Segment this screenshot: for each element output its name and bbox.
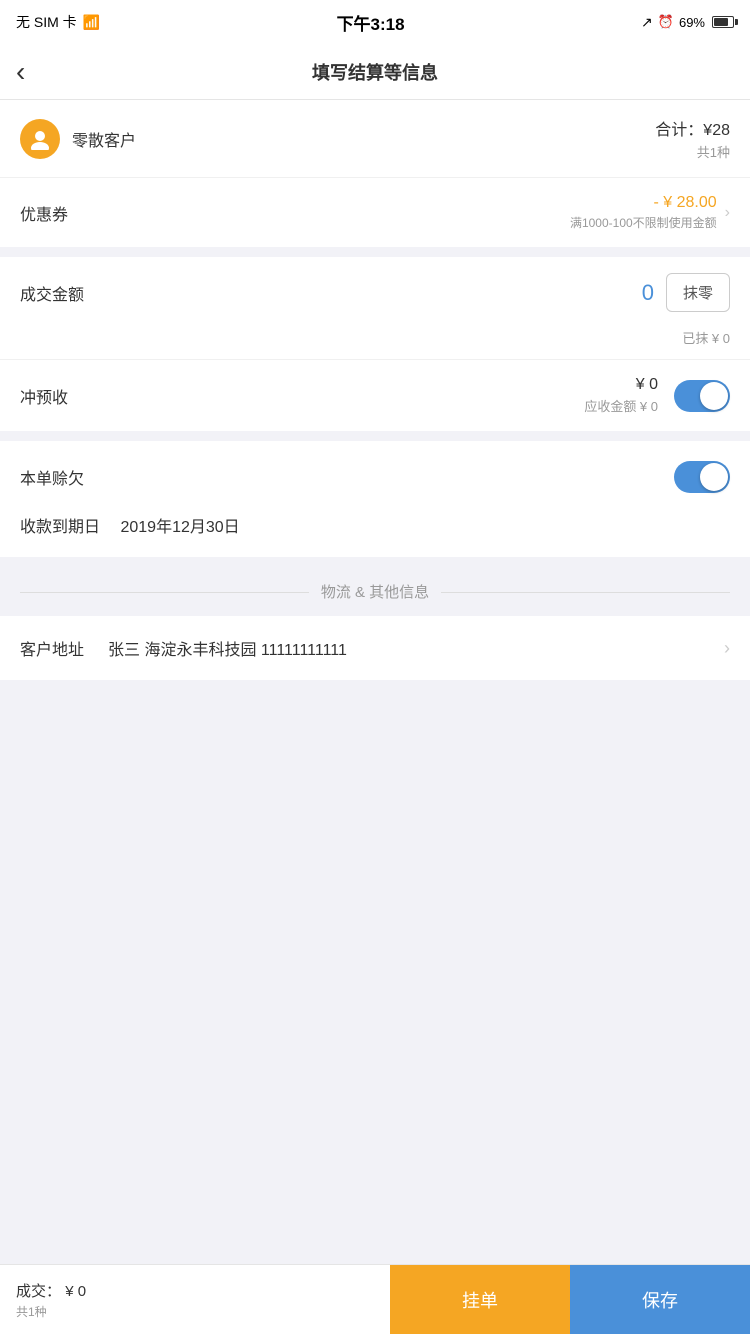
- prepay-amount: ¥ 0: [584, 376, 658, 394]
- content: 零散客户 合计：¥28 共1种 优惠券 - ¥ 28.00 满1000-100不…: [0, 100, 750, 770]
- due-date-label: 收款到期日: [20, 519, 100, 536]
- bottom-deal-amount: 成交： ¥ 0: [16, 1280, 374, 1301]
- customer-name: 零散客户: [72, 127, 136, 151]
- round-zero-button[interactable]: 抹零: [666, 273, 730, 312]
- address-section: 客户地址 张三 海淀永丰科技园 11111111111 ›: [0, 616, 750, 680]
- coupon-description: 满1000-100不限制使用金额: [570, 214, 717, 231]
- address-chevron-icon: ›: [724, 638, 730, 659]
- status-time: 下午3:18: [337, 10, 405, 35]
- prepay-right: ¥ 0 应收金额 ¥ 0: [584, 376, 730, 415]
- bottom-bar: 成交： ¥ 0 共1种 挂单 保存: [0, 1264, 750, 1334]
- coupon-right: - ¥ 28.00 满1000-100不限制使用金额 ›: [570, 194, 730, 231]
- chevron-right-icon: ›: [725, 204, 730, 222]
- prepay-receivable: 应收金额 ¥ 0: [584, 396, 658, 415]
- nav-bar: ‹ 填写结算等信息: [0, 44, 750, 100]
- logistics-divider: 物流 & 其他信息: [0, 567, 750, 616]
- back-button[interactable]: ‹: [16, 48, 33, 96]
- prepay-label: 冲预收: [20, 384, 68, 408]
- item-count: 共1种: [655, 142, 730, 161]
- avatar: [20, 119, 60, 159]
- bottom-summary: 成交： ¥ 0 共1种: [0, 1265, 390, 1334]
- prepay-toggle[interactable]: [674, 380, 730, 412]
- status-left: 无 SIM 卡 📶: [16, 12, 100, 32]
- coupon-label: 优惠券: [20, 201, 68, 225]
- customer-summary: 合计：¥28 共1种: [655, 116, 730, 161]
- status-bar: 无 SIM 卡 📶 下午3:18 ↗ ⏰ 69%: [0, 0, 750, 44]
- credit-label: 本单赊欠: [20, 465, 84, 489]
- bottom-deal-label: 成交：: [16, 1283, 61, 1300]
- hang-order-button[interactable]: 挂单: [390, 1265, 570, 1334]
- logistics-label: 物流 & 其他信息: [309, 584, 441, 601]
- alarm-icon: ⏰: [658, 14, 674, 30]
- customer-section: 零散客户 合计：¥28 共1种 优惠券 - ¥ 28.00 满1000-100不…: [0, 100, 750, 247]
- sim-label: 无 SIM 卡: [16, 12, 77, 32]
- credit-toggle-knob: [700, 463, 728, 491]
- status-right: ↗ ⏰ 69%: [641, 14, 734, 31]
- address-value: 张三 海淀永丰科技园 11111111111: [108, 636, 708, 660]
- page-title: 填写结算等信息: [312, 59, 438, 85]
- prepay-values: ¥ 0 应收金额 ¥ 0: [584, 376, 658, 415]
- total-amount: 合计：¥28: [655, 116, 730, 140]
- credit-toggle[interactable]: [674, 461, 730, 493]
- credit-section: 本单赊欠 收款到期日 2019年12月30日: [0, 441, 750, 557]
- battery-icon: [712, 16, 734, 28]
- customer-left: 零散客户: [20, 119, 136, 159]
- deal-amount-label: 成交金额: [20, 281, 84, 305]
- credit-row: 本单赊欠: [0, 441, 750, 513]
- save-button[interactable]: 保存: [570, 1265, 750, 1334]
- customer-row: 零散客户 合计：¥28 共1种: [0, 100, 750, 177]
- address-row[interactable]: 客户地址 张三 海淀永丰科技园 11111111111 ›: [0, 616, 750, 680]
- deal-amount-input[interactable]: [594, 280, 654, 306]
- toggle-knob: [700, 382, 728, 410]
- location-icon: ↗: [641, 14, 653, 31]
- bottom-deal-value: ¥ 0: [65, 1283, 86, 1300]
- wifi-icon: 📶: [83, 14, 100, 31]
- coupon-values: - ¥ 28.00 满1000-100不限制使用金额: [570, 194, 717, 231]
- coupon-discount: - ¥ 28.00: [570, 194, 717, 212]
- bottom-item-count: 共1种: [16, 1303, 374, 1320]
- coupon-row[interactable]: 优惠券 - ¥ 28.00 满1000-100不限制使用金额 ›: [0, 177, 750, 247]
- deal-amount-row: 成交金额 抹零: [0, 257, 750, 328]
- deal-amount-section: 成交金额 抹零 已抹 ¥ 0 冲预收 ¥ 0 应收金额 ¥ 0: [0, 257, 750, 431]
- already-rounded: 已抹 ¥ 0: [0, 328, 750, 359]
- due-date-row: 收款到期日 2019年12月30日: [0, 513, 750, 557]
- battery-percent: 69%: [679, 15, 705, 30]
- prepay-row: 冲预收 ¥ 0 应收金额 ¥ 0: [0, 359, 750, 431]
- address-key: 客户地址: [20, 636, 92, 660]
- deal-amount-right: 抹零: [594, 273, 730, 312]
- due-date-value: 2019年12月30日: [120, 519, 239, 536]
